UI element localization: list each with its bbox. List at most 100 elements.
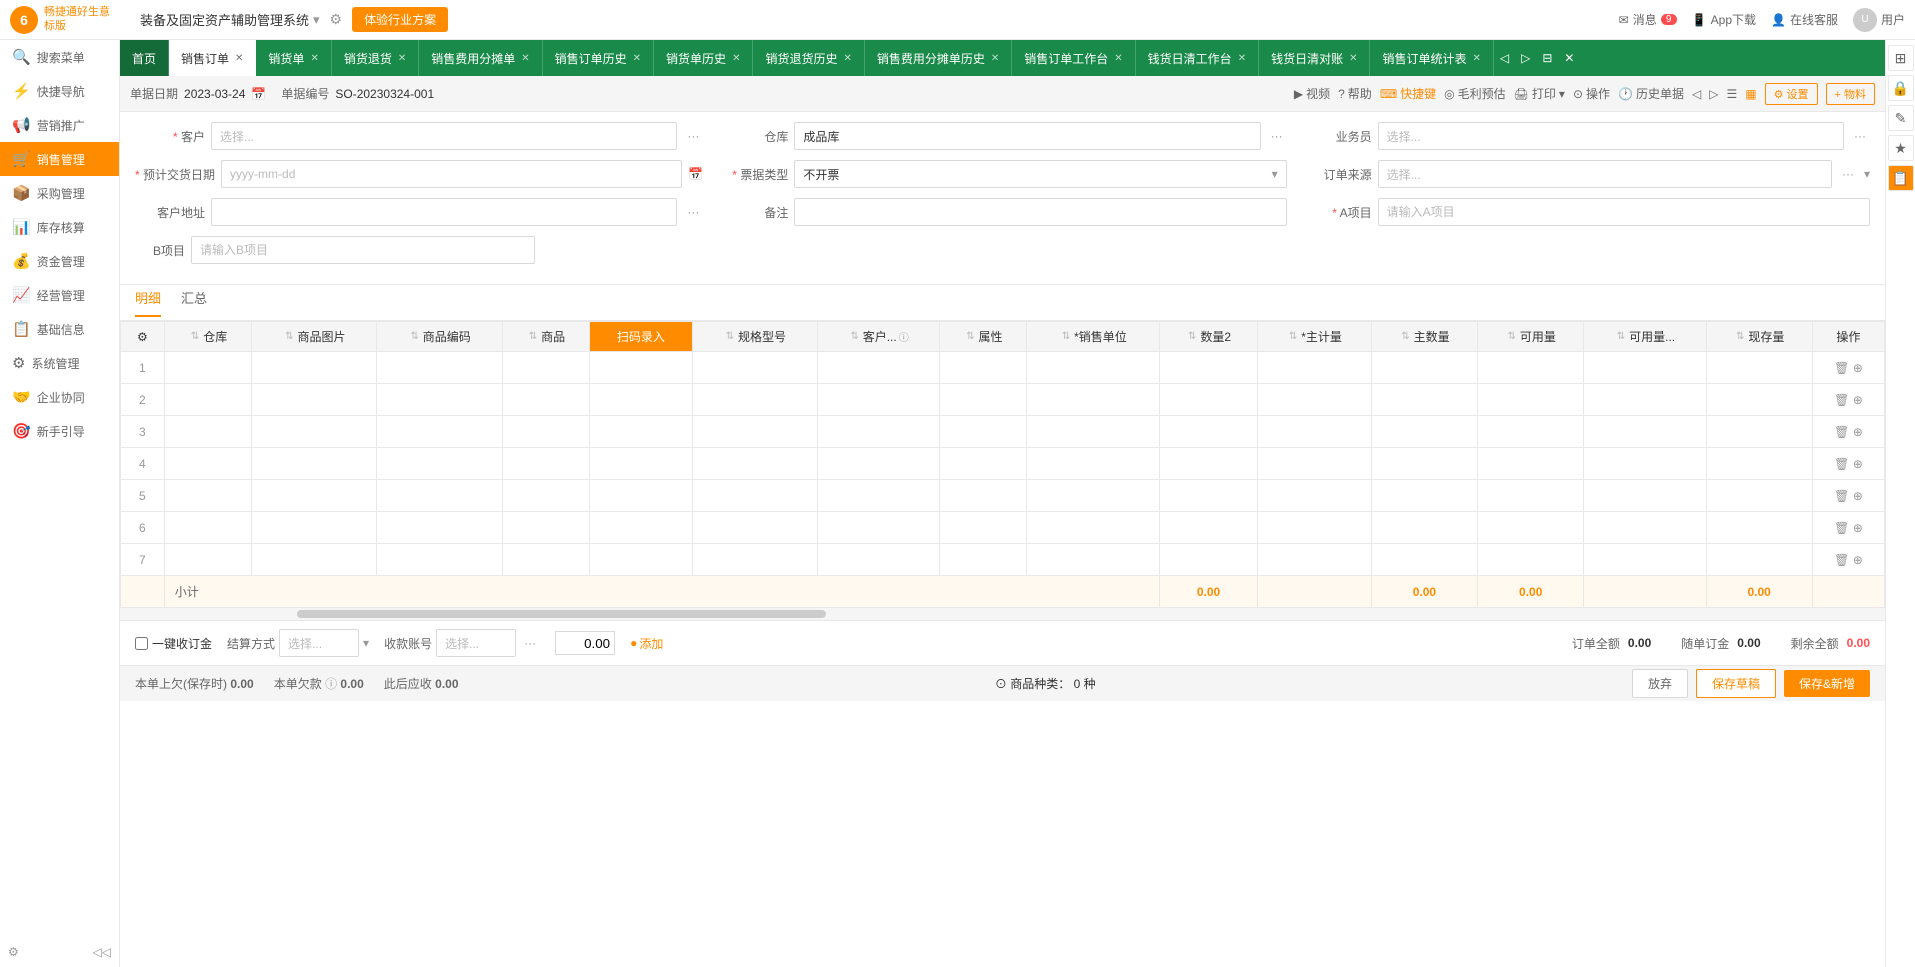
action-btn[interactable]: ⊙ 操作 xyxy=(1573,85,1610,102)
tab-close-icon[interactable]: ✕ xyxy=(235,53,243,64)
amount-input[interactable] xyxy=(555,631,615,655)
form-view-btn[interactable]: ▦ xyxy=(1745,87,1756,101)
add-material-btn[interactable]: + 物料 xyxy=(1826,83,1876,105)
customer-input[interactable]: 选择... xyxy=(211,122,677,150)
tab-sales-return[interactable]: 销货退货 ✕ xyxy=(332,40,419,76)
app-download-btn[interactable]: 📱 App下载 xyxy=(1692,11,1756,28)
gear-icon[interactable]: ⚙ xyxy=(330,11,343,28)
right-panel-btn-star[interactable]: ★ xyxy=(1888,135,1914,161)
tab-close-icon[interactable]: ✕ xyxy=(843,53,851,64)
payment-method-select[interactable]: 选择... xyxy=(279,629,359,657)
sidebar-item-inventory[interactable]: 📊 库存核算 xyxy=(0,210,119,244)
tab-sales-expense[interactable]: 销售费用分摊单 ✕ xyxy=(419,40,542,76)
tab-close-icon[interactable]: ✕ xyxy=(1114,53,1122,64)
message-btn[interactable]: ✉ 消息 9 xyxy=(1619,11,1677,28)
sidebar-item-marketing[interactable]: 📢 营销推广 xyxy=(0,108,119,142)
th-settings[interactable]: ⚙ xyxy=(121,322,165,352)
right-panel-btn-edit[interactable]: ✎ xyxy=(1888,105,1914,131)
invoice-type-select[interactable]: 不开票 ▾ xyxy=(794,160,1286,188)
tab-close-icon[interactable]: ✕ xyxy=(1349,53,1357,64)
delete-row-btn[interactable]: 🗑 xyxy=(1834,489,1849,503)
b-project-input[interactable] xyxy=(191,236,535,264)
delete-row-btn[interactable]: 🗑 xyxy=(1834,521,1849,535)
discard-btn[interactable]: 放弃 xyxy=(1632,669,1688,698)
add-btn[interactable]: ● 添加 xyxy=(630,635,663,652)
delete-row-btn[interactable]: 🗑 xyxy=(1834,457,1849,471)
th-code[interactable]: ⇅商品编码 xyxy=(377,322,502,352)
sidebar-item-sales[interactable]: 🛒 销售管理 xyxy=(0,142,119,176)
tab-return-history[interactable]: 销货退货历史 ✕ xyxy=(753,40,864,76)
settings-setup-btn[interactable]: ⚙ 设置 xyxy=(1765,83,1818,105)
copy-row-btn[interactable]: ⊕ xyxy=(1853,361,1863,375)
tab-close-icon[interactable]: ✕ xyxy=(633,53,641,64)
tab-close-icon[interactable]: ✕ xyxy=(398,53,406,64)
tab-expense-history[interactable]: 销售费用分摊单历史 ✕ xyxy=(865,40,1012,76)
sidebar-search[interactable]: 🔍 搜索菜单 xyxy=(0,40,119,74)
sidebar-item-purchase[interactable]: 📦 采购管理 xyxy=(0,176,119,210)
sidebar-item-operations[interactable]: 📈 经营管理 xyxy=(0,278,119,312)
salesperson-input[interactable]: 选择... xyxy=(1378,122,1844,150)
account-select[interactable]: 选择... xyxy=(436,629,516,657)
th-unit[interactable]: ⇅*销售单位 xyxy=(1027,322,1160,352)
sidebar-item-enterprise[interactable]: 🤝 企业协同 xyxy=(0,380,119,414)
tab-sales-order[interactable]: 销售订单 ✕ xyxy=(169,40,256,76)
sidebar-item-basic-info[interactable]: 📋 基础信息 xyxy=(0,312,119,346)
tab-sales-order-history[interactable]: 销售订单历史 ✕ xyxy=(543,40,654,76)
th-main-unit[interactable]: ⇅*主计量 xyxy=(1258,322,1372,352)
customer-ellipsis-btn[interactable]: ··· xyxy=(683,129,703,143)
save-draft-btn[interactable]: 保存草稿 xyxy=(1696,669,1776,698)
right-panel-btn-lock[interactable]: 🔒 xyxy=(1888,75,1914,101)
order-source-ellipsis-btn[interactable]: ··· xyxy=(1838,167,1858,181)
tab-close-icon[interactable]: ✕ xyxy=(310,53,318,64)
th-main-qty[interactable]: ⇅主数量 xyxy=(1371,322,1477,352)
delete-row-btn[interactable]: 🗑 xyxy=(1834,393,1849,407)
order-source-input[interactable]: 选择... xyxy=(1378,160,1832,188)
tab-detail[interactable]: 明细 xyxy=(135,288,161,317)
copy-row-btn[interactable]: ⊕ xyxy=(1853,425,1863,439)
industry-btn[interactable]: 体验行业方案 xyxy=(352,7,448,32)
th-attr[interactable]: ⇅属性 xyxy=(940,322,1027,352)
tab-summary[interactable]: 汇总 xyxy=(181,288,207,317)
copy-row-btn[interactable]: ⊕ xyxy=(1853,553,1863,567)
tab-prev-btn[interactable]: ◁ xyxy=(1494,40,1515,76)
settings-icon[interactable]: ⚙ xyxy=(8,945,19,959)
tab-order-workbench[interactable]: 销售订单工作台 ✕ xyxy=(1012,40,1135,76)
tab-close-icon[interactable]: ✕ xyxy=(521,53,529,64)
save-new-btn[interactable]: 保存&新增 xyxy=(1784,670,1870,697)
sidebar-item-finance[interactable]: 💰 资金管理 xyxy=(0,244,119,278)
list-view-btn[interactable]: ☰ xyxy=(1726,87,1737,101)
th-product[interactable]: ⇅商品 xyxy=(502,322,589,352)
remarks-input[interactable] xyxy=(794,198,1286,226)
delete-row-btn[interactable]: 🗑 xyxy=(1834,361,1849,375)
next-page-btn[interactable]: ▷ xyxy=(1709,87,1718,101)
tab-sales-stats[interactable]: 销售订单统计表 ✕ xyxy=(1370,40,1493,76)
th-stock[interactable]: ⇅现存量 xyxy=(1706,322,1812,352)
tab-close-icon[interactable]: ✕ xyxy=(732,53,740,64)
customer-address-input[interactable] xyxy=(211,198,677,226)
right-panel-btn-clipboard[interactable]: 📋 xyxy=(1888,165,1914,191)
th-available[interactable]: ⇅可用量 xyxy=(1478,322,1584,352)
copy-row-btn[interactable]: ⊕ xyxy=(1853,393,1863,407)
th-warehouse[interactable]: ⇅仓库 xyxy=(164,322,251,352)
sidebar-item-tutorial[interactable]: 🎯 新手引导 xyxy=(0,414,119,448)
th-spec[interactable]: ⇅规格型号 xyxy=(692,322,817,352)
tab-close-all-btn[interactable]: ✕ xyxy=(1558,40,1580,76)
history-btn[interactable]: 🕐 历史单据 xyxy=(1618,85,1684,102)
system-title[interactable]: 装备及固定资产辅助管理系统 ▾ xyxy=(140,10,320,29)
user-btn[interactable]: U 用户 xyxy=(1853,8,1905,32)
scroll-bar-thumb[interactable] xyxy=(297,610,827,618)
delivery-date-input[interactable] xyxy=(221,160,682,188)
online-service-btn[interactable]: 👤 在线客服 xyxy=(1771,11,1838,28)
scroll-bar-row[interactable] xyxy=(120,608,1885,620)
copy-row-btn[interactable]: ⊕ xyxy=(1853,521,1863,535)
view-video-btn[interactable]: ▶ 视频 xyxy=(1294,85,1330,102)
delete-row-btn[interactable]: 🗑 xyxy=(1834,425,1849,439)
print-btn[interactable]: 🖨 打印 ▾ xyxy=(1514,85,1565,102)
profit-btn[interactable]: ◎ 毛利预估 xyxy=(1444,85,1506,102)
tab-invoice-history[interactable]: 销货单历史 ✕ xyxy=(654,40,753,76)
tab-more-btn[interactable]: ⊟ xyxy=(1536,40,1558,76)
a-project-input[interactable] xyxy=(1378,198,1870,226)
address-ellipsis-btn[interactable]: ··· xyxy=(683,205,703,219)
th-qty2[interactable]: ⇅数量2 xyxy=(1160,322,1258,352)
tab-close-icon[interactable]: ✕ xyxy=(1473,53,1481,64)
